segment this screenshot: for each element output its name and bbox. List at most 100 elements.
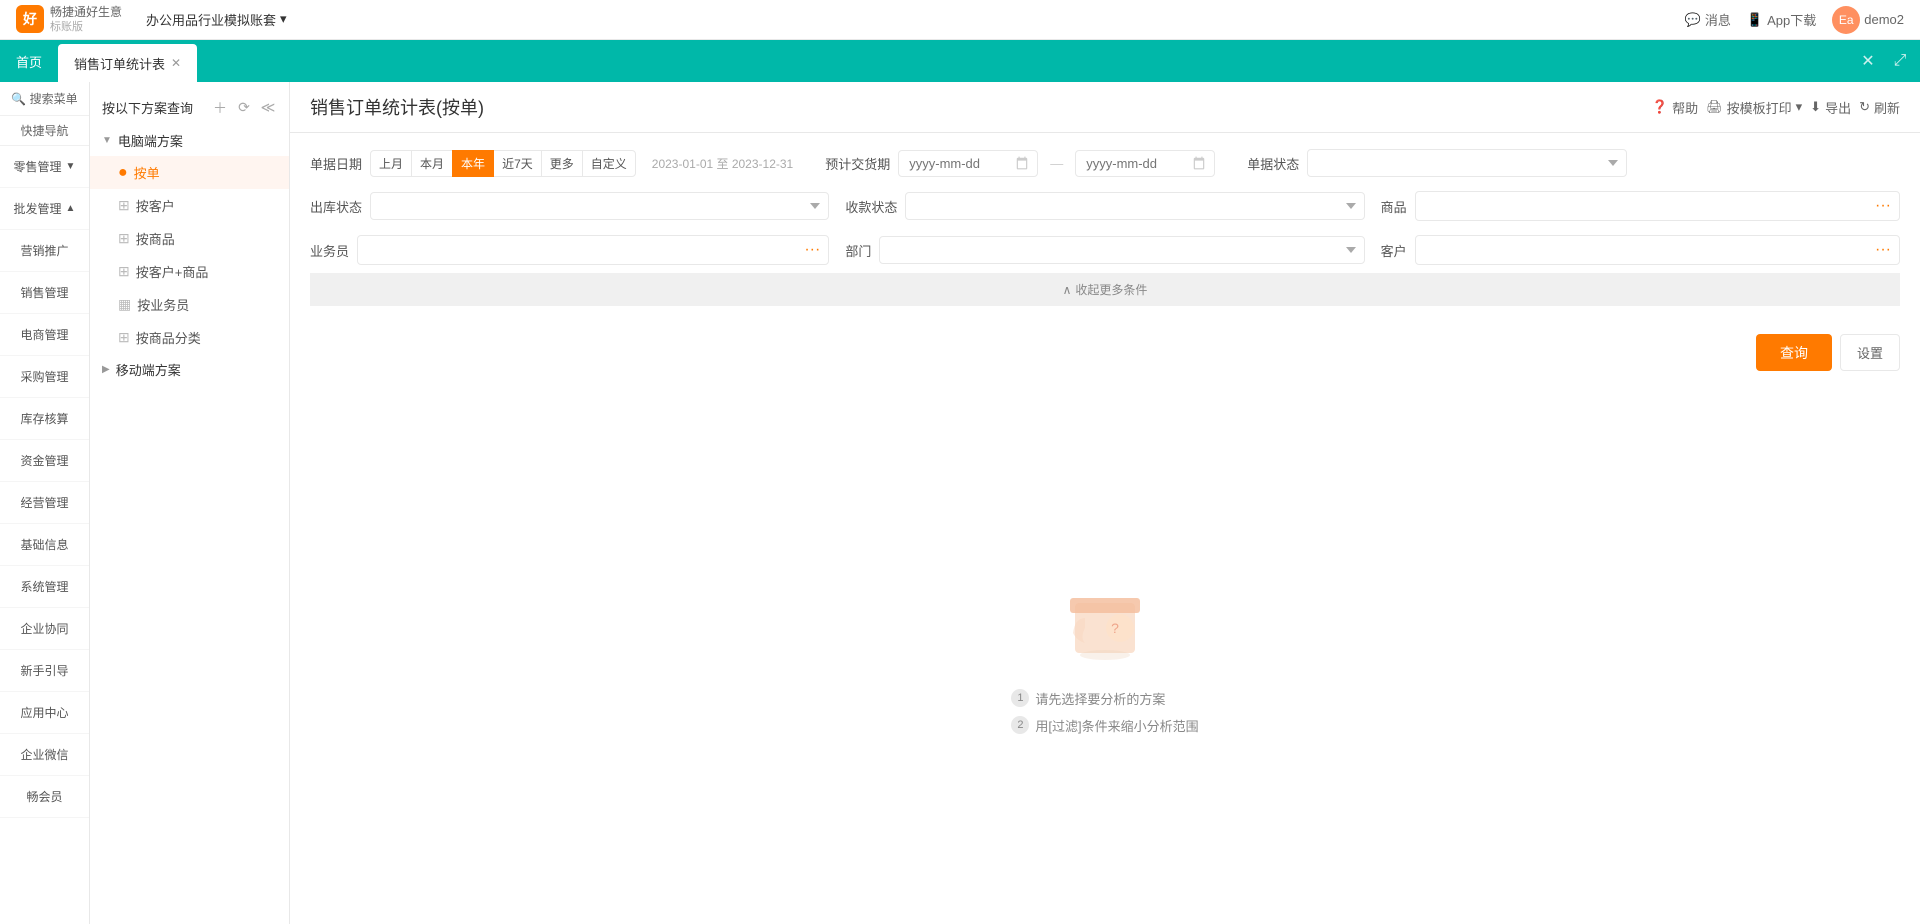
payment-filter-group: 收款状态 xyxy=(845,192,1364,220)
payment-label: 收款状态 xyxy=(845,197,897,216)
refresh-scheme-icon[interactable]: ⟳ xyxy=(235,99,253,117)
report-title-row: 销售订单统计表(按单) ❓ 帮助 🖨 按模板打印 ▾ ⬇ xyxy=(310,94,1900,120)
scheme-item-label: 按客户 xyxy=(136,196,175,215)
tab-sales-stat[interactable]: 销售订单统计表 ✕ xyxy=(58,44,197,82)
date-filter-label: 单据日期 xyxy=(310,154,362,173)
sidebar-item-wechat[interactable]: 企业微信 xyxy=(0,734,89,776)
scheme-item-by-salesperson[interactable]: ▦ 按业务员 xyxy=(90,288,289,321)
sidebar-item-purchase[interactable]: 采购管理 xyxy=(0,356,89,398)
tip-num-2: 2 xyxy=(1011,716,1029,734)
username: demo2 xyxy=(1864,12,1904,27)
scheme-item-by-customer-goods[interactable]: ⊞ 按客户+商品 xyxy=(90,255,289,288)
scheme-item-by-category[interactable]: ⊞ 按商品分类 xyxy=(90,321,289,354)
customer-label: 客户 xyxy=(1381,241,1407,260)
goods-dots-icon[interactable]: ··· xyxy=(1875,197,1891,215)
download-icon: 📱 xyxy=(1747,12,1763,28)
sidebar-item-retail[interactable]: 零售管理 ▼ xyxy=(0,146,89,188)
scheme-item-by-order[interactable]: ● 按单 xyxy=(90,156,289,189)
payment-select[interactable] xyxy=(905,192,1364,220)
tab-close-all-button[interactable]: ✕ xyxy=(1856,49,1880,73)
tip-text-1: 请先选择要分析的方案 xyxy=(1035,689,1165,708)
sidebar-item-inventory[interactable]: 库存核算 xyxy=(0,398,89,440)
help-button[interactable]: ❓ 帮助 xyxy=(1652,98,1698,117)
custom-btn[interactable]: 自定义 xyxy=(582,150,636,177)
dept-select[interactable] xyxy=(879,236,1364,264)
empty-state: ? 1 请先选择要分析的方案 2 用[过滤]条件来缩小分析范围 xyxy=(290,383,1920,924)
sidebar-search[interactable]: 🔍 搜索菜单 xyxy=(0,82,89,116)
sidebar-item-operation[interactable]: 经营管理 xyxy=(0,482,89,524)
customer-input[interactable]: ··· xyxy=(1415,235,1900,265)
top-bar-left: 好 畅捷通好生意 标账版 办公用品行业模拟账套 ▾ xyxy=(16,5,287,35)
scheme-group-pc: ▼ 电脑端方案 ● 按单 ⊞ 按客户 ⊞ 按商品 ⊞ 按客户+商品 xyxy=(90,125,289,354)
empty-tips: 1 请先选择要分析的方案 2 用[过滤]条件来缩小分析范围 xyxy=(1011,689,1198,735)
search-label: 搜索菜单 xyxy=(30,92,78,106)
app-download-button[interactable]: 📱 App下载 xyxy=(1747,10,1816,29)
sidebar-item-marketing[interactable]: 营销推广 xyxy=(0,230,89,272)
status-filter-label: 单据状态 xyxy=(1247,154,1299,173)
logo-text: 畅捷通好生意 标账版 xyxy=(50,5,122,35)
status-select[interactable] xyxy=(1307,149,1627,177)
tab-close-icon[interactable]: ✕ xyxy=(171,56,181,70)
expected-date-start-input[interactable] xyxy=(898,150,1038,177)
print-icon: 🖨 xyxy=(1706,99,1723,115)
this-month-btn[interactable]: 本月 xyxy=(411,150,453,177)
sidebar-item-ecommerce[interactable]: 电商管理 xyxy=(0,314,89,356)
goods-label: 商品 xyxy=(1381,197,1407,216)
sidebar-item-appstore[interactable]: 应用中心 xyxy=(0,692,89,734)
question-icon: ❓ xyxy=(1652,99,1668,115)
goods-input[interactable]: ··· xyxy=(1415,191,1900,221)
customer-dots-icon[interactable]: ··· xyxy=(1875,241,1891,259)
expected-date-end-input[interactable] xyxy=(1075,150,1215,177)
sidebar-item-enterprise[interactable]: 企业协同 xyxy=(0,608,89,650)
logo-subtitle: 标账版 xyxy=(50,20,122,34)
tab-home[interactable]: 首页 xyxy=(0,40,58,82)
scheme-item-label: 按商品分类 xyxy=(136,328,201,347)
tab-expand-button[interactable]: ⤢ xyxy=(1888,49,1912,73)
export-button[interactable]: ⬇ 导出 xyxy=(1810,98,1851,117)
add-scheme-icon[interactable]: ＋ xyxy=(211,99,229,117)
prev-month-btn[interactable]: 上月 xyxy=(370,150,412,177)
7days-btn[interactable]: 近7天 xyxy=(493,150,542,177)
more-btn[interactable]: 更多 xyxy=(541,150,583,177)
search-icon: 🔍 xyxy=(11,92,26,106)
refresh-button[interactable]: ↻ 刷新 xyxy=(1859,98,1900,117)
sidebar-item-newbie[interactable]: 新手引导 xyxy=(0,650,89,692)
tab-bar-actions: ✕ ⤢ xyxy=(1856,49,1912,73)
scheme-item-by-customer[interactable]: ⊞ 按客户 xyxy=(90,189,289,222)
empty-tip-2: 2 用[过滤]条件来缩小分析范围 xyxy=(1011,716,1198,735)
tip-num-1: 1 xyxy=(1011,689,1029,707)
app-selector[interactable]: 办公用品行业模拟账套 ▾ xyxy=(146,10,287,29)
scheme-group-pc-header[interactable]: ▼ 电脑端方案 xyxy=(90,125,289,156)
tab-bar: 首页 销售订单统计表 ✕ ✕ ⤢ xyxy=(0,40,1920,82)
sidebar-item-wholesale[interactable]: 批发管理 ▲ xyxy=(0,188,89,230)
salesperson-dots-icon[interactable]: ··· xyxy=(804,241,820,259)
bar-chart-icon: ▦ xyxy=(118,296,131,313)
settings-button[interactable]: 设置 xyxy=(1840,334,1900,371)
avatar: Ea xyxy=(1832,6,1860,34)
print-button[interactable]: 🖨 按模板打印 ▾ xyxy=(1706,98,1802,117)
delivery-select[interactable] xyxy=(370,192,829,220)
collapse-scheme-icon[interactable]: ≪ xyxy=(259,99,277,117)
scheme-header-icons: ＋ ⟳ ≪ xyxy=(211,99,277,117)
sidebar-item-sales[interactable]: 销售管理 xyxy=(0,272,89,314)
collapse-bar[interactable]: ∧ 收起更多条件 xyxy=(310,273,1900,306)
scheme-group-mobile-header[interactable]: ▶ 移动端方案 xyxy=(90,354,289,385)
salesperson-input[interactable]: ··· xyxy=(357,235,829,265)
sidebar-item-vip[interactable]: 畅会员 xyxy=(0,776,89,818)
sidebar-item-system[interactable]: 系统管理 xyxy=(0,566,89,608)
query-button[interactable]: 查询 xyxy=(1756,334,1832,371)
this-year-btn[interactable]: 本年 xyxy=(452,150,494,177)
tab-home-label: 首页 xyxy=(16,52,42,71)
scheme-item-by-goods[interactable]: ⊞ 按商品 xyxy=(90,222,289,255)
message-button[interactable]: 💬 消息 xyxy=(1685,10,1731,29)
sidebar-quick-nav[interactable]: 快捷导航 xyxy=(0,116,89,146)
filter-section: 单据日期 上月 本月 本年 近7天 更多 自定义 2023-01-01 至 20… xyxy=(290,133,1920,322)
expected-date-group: 预计交货期 — xyxy=(825,150,1215,177)
grid-icon: ⊞ xyxy=(118,197,130,214)
scheme-group-mobile: ▶ 移动端方案 xyxy=(90,354,289,385)
sidebar-item-finance[interactable]: 资金管理 xyxy=(0,440,89,482)
user-profile-button[interactable]: Ea demo2 xyxy=(1832,6,1904,34)
top-bar: 好 畅捷通好生意 标账版 办公用品行业模拟账套 ▾ 💬 消息 📱 App下载 E… xyxy=(0,0,1920,40)
sidebar-item-basic[interactable]: 基础信息 xyxy=(0,524,89,566)
grid-icon: ⊞ xyxy=(118,230,130,247)
